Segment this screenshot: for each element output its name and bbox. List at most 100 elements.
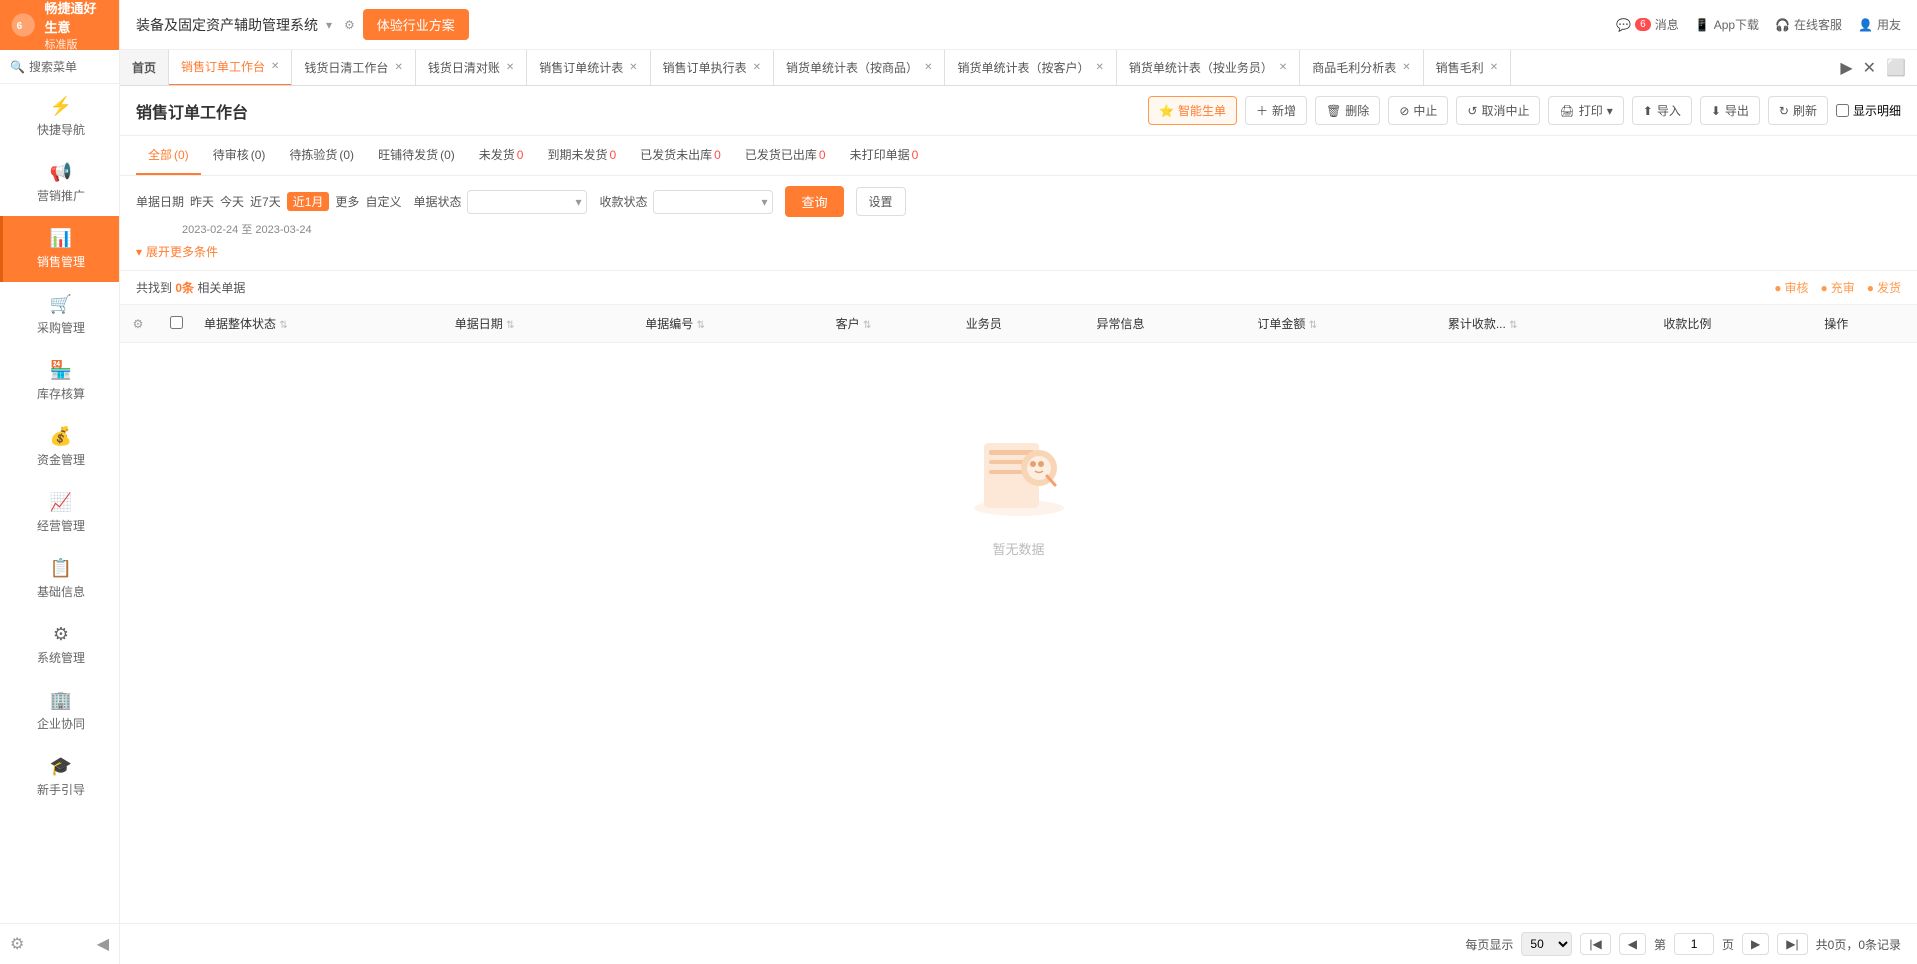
select-all-checkbox[interactable]	[170, 316, 183, 329]
sort-date-icon[interactable]: ⇅	[506, 320, 514, 331]
tab-close-all-btn[interactable]: ✕	[1860, 58, 1879, 78]
tab-close-sales-stats[interactable]: ✕	[629, 62, 637, 73]
tab-margin[interactable]: 商品毛利分析表 ✕	[1300, 50, 1423, 86]
filter-tab-all[interactable]: 全部(0)	[136, 136, 201, 175]
sidebar-item-basic[interactable]: 📋 基础信息	[0, 546, 119, 612]
online-service-btn[interactable]: 🎧 在线客服	[1775, 16, 1842, 33]
sidebar-item-marketing[interactable]: 📢 营销推广	[0, 150, 119, 216]
gear-settings-icon[interactable]: ⚙	[133, 317, 144, 331]
page-input[interactable]	[1674, 933, 1714, 955]
th-settings[interactable]: ⚙	[120, 305, 156, 343]
tab-close-daily-cash[interactable]: ✕	[394, 62, 402, 73]
tab-sales-order[interactable]: 销售订单工作台 ✕	[169, 50, 292, 86]
sidebar-search-item[interactable]: 🔍 搜索菜单	[0, 50, 119, 84]
user-btn[interactable]: 👤 用友	[1858, 16, 1901, 33]
sidebar-item-enterprise[interactable]: 🏢 企业协同	[0, 678, 119, 744]
status-filter: 单据状态	[413, 190, 587, 214]
set-btn[interactable]: 设置	[856, 187, 906, 216]
filter-tab-shipped-out[interactable]: 已发货已出库0	[733, 136, 838, 175]
cancel-audit-op-btn[interactable]: ● 充审	[1820, 279, 1854, 296]
dropdown-icon[interactable]: ▾	[326, 18, 332, 32]
settings-gear-icon[interactable]: ⚙	[344, 18, 355, 32]
date-more[interactable]: 更多	[335, 193, 359, 210]
sidebar-item-inventory[interactable]: 🏪 库存核算	[0, 348, 119, 414]
sidebar-item-quick-nav[interactable]: ⚡ 快捷导航	[0, 84, 119, 150]
filter-tab-not-printed[interactable]: 未打印单据0	[838, 136, 931, 175]
tab-sales-stats[interactable]: 销售订单统计表 ✕	[527, 50, 650, 86]
tab-daily-cash[interactable]: 钱货日清工作台 ✕	[292, 50, 415, 86]
tab-close-sales-staff[interactable]: ✕	[1279, 62, 1287, 73]
date-custom[interactable]: 自定义	[365, 193, 401, 210]
tab-sales-customer[interactable]: 销货单统计表（按客户） ✕	[945, 50, 1116, 86]
date-1month[interactable]: 近1月	[287, 192, 330, 211]
tab-close-sales-order[interactable]: ✕	[271, 61, 279, 72]
prev-page-btn[interactable]: ◀	[1619, 933, 1646, 955]
refresh-btn[interactable]: ↻ 刷新	[1768, 96, 1828, 125]
filter-tab-wangpu-ship[interactable]: 旺铺待发货(0)	[366, 136, 467, 175]
next-page-btn[interactable]: ▶	[1742, 933, 1769, 955]
sort-customer-icon[interactable]: ⇅	[863, 320, 871, 331]
tab-more-btn[interactable]: ▶	[1837, 58, 1855, 78]
date-yesterday[interactable]: 昨天	[190, 193, 214, 210]
export-btn[interactable]: ⬇ 导出	[1700, 96, 1760, 125]
status-select[interactable]	[467, 190, 587, 214]
sidebar-item-sales[interactable]: 📊 销售管理	[0, 216, 119, 282]
payment-filter: 收款状态	[599, 190, 773, 214]
detail-checkbox[interactable]	[1836, 104, 1849, 117]
collapse-icon[interactable]: ◀	[97, 934, 109, 954]
messages-btn[interactable]: 💬 6 消息	[1616, 16, 1679, 33]
status-select-wrap	[467, 190, 587, 214]
filter-tab-expired-not-shipped[interactable]: 到期未发货0	[535, 136, 628, 175]
filter-tab-pending-inspect[interactable]: 待拣验货(0)	[277, 136, 366, 175]
search-icon: 🔍	[10, 60, 25, 74]
import-btn[interactable]: ⬆ 导入	[1632, 96, 1692, 125]
tab-close-sales-exec[interactable]: ✕	[753, 62, 761, 73]
sort-status-icon[interactable]: ⇅	[279, 320, 287, 331]
expand-conditions-btn[interactable]: ▾ 展开更多条件	[136, 243, 1901, 260]
tab-close-daily-reconcile[interactable]: ✕	[506, 62, 514, 73]
sidebar-item-purchase[interactable]: 🛒 采购管理	[0, 282, 119, 348]
sidebar-item-system[interactable]: ⚙ 系统管理	[0, 612, 119, 678]
tab-sales-profit[interactable]: 销售毛利 ✕	[1424, 50, 1511, 86]
sort-number-icon[interactable]: ⇅	[697, 320, 705, 331]
audit-op-btn[interactable]: ● 审核	[1774, 279, 1808, 296]
cancel-stop-btn[interactable]: ↺ 取消中止	[1456, 96, 1540, 125]
sidebar-item-operation[interactable]: 📈 经营管理	[0, 480, 119, 546]
ship-op-btn[interactable]: ● 发货	[1867, 279, 1901, 296]
date-7days[interactable]: 近7天	[250, 193, 281, 210]
tab-sales-product[interactable]: 销货单统计表（按商品） ✕	[774, 50, 945, 86]
delete-btn[interactable]: 🗑 删除	[1315, 96, 1380, 125]
service-icon: 🎧	[1775, 18, 1790, 32]
th-checkbox[interactable]	[156, 305, 196, 343]
tab-close-sales-profit[interactable]: ✕	[1490, 62, 1498, 73]
add-btn[interactable]: ＋ 新增	[1245, 96, 1307, 125]
per-page-select[interactable]: 50 10 20 100	[1521, 932, 1572, 956]
stop-btn[interactable]: ⊘ 中止	[1388, 96, 1448, 125]
tab-close-margin[interactable]: ✕	[1402, 62, 1410, 73]
tab-sales-exec[interactable]: 销售订单执行表 ✕	[651, 50, 774, 86]
print-btn[interactable]: 🖨 打印 ▾	[1548, 96, 1623, 125]
filter-tab-not-shipped[interactable]: 未发货0	[467, 136, 536, 175]
trial-btn[interactable]: 体验行业方案	[363, 9, 469, 40]
tab-close-sales-customer[interactable]: ✕	[1095, 62, 1103, 73]
sort-collected-icon[interactable]: ⇅	[1509, 320, 1517, 331]
filter-tab-pending-audit[interactable]: 待审核(0)	[201, 136, 278, 175]
sidebar-item-finance[interactable]: 💰 资金管理	[0, 414, 119, 480]
last-page-btn[interactable]: ▶|	[1777, 933, 1807, 955]
tab-sales-staff[interactable]: 销货单统计表（按业务员） ✕	[1117, 50, 1300, 86]
tab-close-sales-product[interactable]: ✕	[924, 62, 932, 73]
settings-icon[interactable]: ⚙	[10, 934, 24, 954]
sort-amount-icon[interactable]: ⇅	[1309, 320, 1317, 331]
app-download-btn[interactable]: 📱 App下载	[1695, 16, 1759, 33]
sidebar-item-guide[interactable]: 🎓 新手引导	[0, 744, 119, 810]
tab-restore-btn[interactable]: ⬜	[1883, 58, 1909, 78]
tab-home[interactable]: 首页	[120, 50, 169, 86]
date-today[interactable]: 今天	[220, 193, 244, 210]
filter-tab-shipped-not-out[interactable]: 已发货未出库0	[628, 136, 733, 175]
tab-daily-reconcile[interactable]: 钱货日清对账 ✕	[416, 50, 527, 86]
payment-select[interactable]	[653, 190, 773, 214]
detail-checkbox-wrap[interactable]: 显示明细	[1836, 102, 1901, 119]
smart-create-btn[interactable]: ⭐ 智能生单	[1148, 96, 1237, 125]
query-btn[interactable]: 查询	[785, 186, 843, 217]
first-page-btn[interactable]: |◀	[1580, 933, 1610, 955]
